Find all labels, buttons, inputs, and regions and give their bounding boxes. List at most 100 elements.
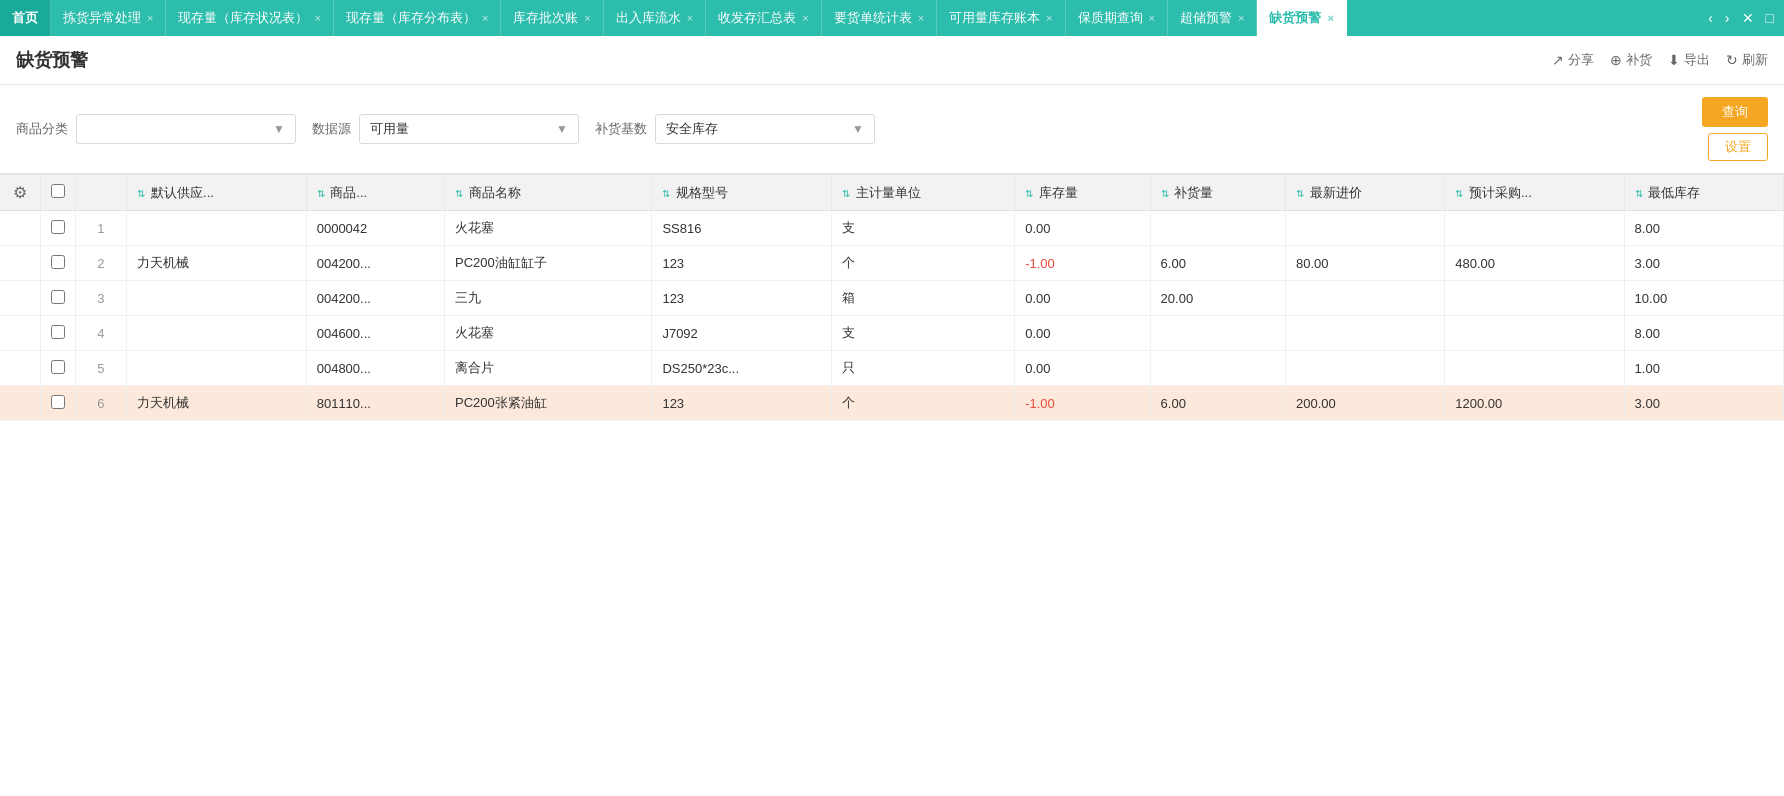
- tab-receipt-summary[interactable]: 收发存汇总表 ×: [706, 0, 821, 36]
- page-title: 缺货预警: [16, 48, 88, 72]
- tab-stock-status[interactable]: 现存量（库存状况表） ×: [166, 0, 333, 36]
- row-spec: SS816: [652, 211, 832, 246]
- tab-nav-buttons: ‹ › ✕ □: [1702, 8, 1784, 28]
- tab-next-button[interactable]: ›: [1719, 8, 1736, 28]
- row-replenish-qty: 6.00: [1150, 386, 1285, 421]
- row-checkbox-5[interactable]: [51, 395, 65, 409]
- tab-available-ledger[interactable]: 可用量库存账本 ×: [937, 0, 1065, 36]
- close-available-ledger-tab[interactable]: ×: [1046, 12, 1052, 24]
- column-product-code[interactable]: ⇅ 商品...: [306, 175, 444, 211]
- sort-min-stock-icon: ⇅: [1635, 188, 1643, 199]
- query-button[interactable]: 查询: [1702, 97, 1768, 127]
- close-inout-flow-tab[interactable]: ×: [687, 12, 693, 24]
- close-expiry-tab[interactable]: ×: [1149, 12, 1155, 24]
- row-checkbox-1[interactable]: [51, 255, 65, 269]
- row-replenish-qty: 20.00: [1150, 281, 1285, 316]
- share-button[interactable]: ↗ 分享: [1552, 51, 1594, 69]
- sort-unit-icon: ⇅: [842, 188, 850, 199]
- column-min-stock[interactable]: ⇅ 最低库存: [1624, 175, 1783, 211]
- tab-stock-dist[interactable]: 现存量（库存分布表） ×: [334, 0, 501, 36]
- column-checkbox[interactable]: [40, 175, 75, 211]
- row-stock-qty: -1.00: [1015, 386, 1150, 421]
- row-checkbox-cell[interactable]: [40, 246, 75, 281]
- replenish-button[interactable]: ⊕ 补货: [1610, 51, 1652, 69]
- datasource-value: 可用量: [370, 120, 548, 138]
- column-spec[interactable]: ⇅ 规格型号: [652, 175, 832, 211]
- close-demand-stat-tab[interactable]: ×: [918, 12, 924, 24]
- tab-overstock[interactable]: 超储预警 ×: [1168, 0, 1257, 36]
- share-icon: ↗: [1552, 52, 1564, 68]
- row-checkbox-2[interactable]: [51, 290, 65, 304]
- tab-expiry[interactable]: 保质期查询 ×: [1066, 0, 1168, 36]
- row-spec: 123: [652, 386, 832, 421]
- tab-batch-account[interactable]: 库存批次账 ×: [501, 0, 603, 36]
- row-spec: 123: [652, 281, 832, 316]
- replenish-base-label: 补货基数: [595, 120, 647, 138]
- category-arrow-icon: ▼: [273, 122, 285, 136]
- table-body: 1 0000042 火花塞 SS816 支 0.00 8.00 2 力天机械 0…: [0, 211, 1784, 421]
- tab-exception[interactable]: 拣货异常处理 ×: [51, 0, 166, 36]
- row-checkbox-cell[interactable]: [40, 281, 75, 316]
- row-checkbox-cell[interactable]: [40, 351, 75, 386]
- row-min-stock: 3.00: [1624, 386, 1783, 421]
- refresh-button[interactable]: ↻ 刷新: [1726, 51, 1768, 69]
- column-product-name[interactable]: ⇅ 商品名称: [445, 175, 652, 211]
- datasource-select[interactable]: 可用量 ▼: [359, 114, 579, 144]
- column-estimated-purchase[interactable]: ⇅ 预计采购...: [1445, 175, 1624, 211]
- datasource-filter-group: 数据源 可用量 ▼: [312, 114, 579, 144]
- tab-home[interactable]: 首页: [0, 0, 51, 36]
- row-unit: 支: [831, 316, 1014, 351]
- row-unit: 个: [831, 246, 1014, 281]
- row-min-stock: 8.00: [1624, 211, 1783, 246]
- column-stock-qty[interactable]: ⇅ 库存量: [1015, 175, 1150, 211]
- table-header-row: ⚙ ⇅ 默认供应... ⇅ 商品... ⇅: [0, 175, 1784, 211]
- row-latest-price: 80.00: [1285, 246, 1444, 281]
- close-shortage-tab[interactable]: ×: [1327, 12, 1333, 24]
- row-checkbox-3[interactable]: [51, 325, 65, 339]
- close-stock-status-tab[interactable]: ×: [314, 12, 320, 24]
- row-stock-qty: 0.00: [1015, 211, 1150, 246]
- row-product-code: 004200...: [306, 246, 444, 281]
- column-replenish-qty[interactable]: ⇅ 补货量: [1150, 175, 1285, 211]
- column-latest-price[interactable]: ⇅ 最新进价: [1285, 175, 1444, 211]
- close-overstock-tab[interactable]: ×: [1238, 12, 1244, 24]
- row-product-code: 004200...: [306, 281, 444, 316]
- column-gear[interactable]: ⚙: [0, 175, 40, 211]
- tab-maximize-button[interactable]: □: [1760, 8, 1780, 28]
- tab-demand-stat[interactable]: 要货单统计表 ×: [822, 0, 937, 36]
- column-unit[interactable]: ⇅ 主计量单位: [831, 175, 1014, 211]
- row-default-supplier: 力天机械: [127, 386, 306, 421]
- row-min-stock: 8.00: [1624, 316, 1783, 351]
- filter-bar: 商品分类 ▼ 数据源 可用量 ▼ 补货基数 安全库存 ▼ 查询 设置: [0, 85, 1784, 174]
- tab-inout-flow[interactable]: 出入库流水 ×: [604, 0, 706, 36]
- row-estimated-purchase: 1200.00: [1445, 386, 1624, 421]
- table-row: 6 力天机械 801110... PC200张紧油缸 123 个 -1.00 6…: [0, 386, 1784, 421]
- close-stock-dist-tab[interactable]: ×: [482, 12, 488, 24]
- replenish-base-select[interactable]: 安全库存 ▼: [655, 114, 875, 144]
- settings-button[interactable]: 设置: [1708, 133, 1768, 161]
- close-batch-account-tab[interactable]: ×: [584, 12, 590, 24]
- category-select[interactable]: ▼: [76, 114, 296, 144]
- export-button[interactable]: ⬇ 导出: [1668, 51, 1710, 69]
- row-latest-price: [1285, 351, 1444, 386]
- tab-prev-button[interactable]: ‹: [1702, 8, 1719, 28]
- gear-settings-button[interactable]: ⚙: [13, 183, 27, 202]
- row-checkbox-cell[interactable]: [40, 211, 75, 246]
- select-all-checkbox[interactable]: [51, 184, 65, 198]
- row-replenish-qty: 6.00: [1150, 246, 1285, 281]
- table-row: 1 0000042 火花塞 SS816 支 0.00 8.00: [0, 211, 1784, 246]
- column-default-supplier[interactable]: ⇅ 默认供应...: [127, 175, 306, 211]
- tab-shortage[interactable]: 缺货预警 ×: [1257, 0, 1346, 36]
- row-checkbox-cell[interactable]: [40, 316, 75, 351]
- close-exception-tab[interactable]: ×: [147, 12, 153, 24]
- close-receipt-summary-tab[interactable]: ×: [802, 12, 808, 24]
- tab-close-all-button[interactable]: ✕: [1736, 8, 1760, 28]
- row-product-name: PC200油缸缸子: [445, 246, 652, 281]
- row-number: 1: [75, 211, 127, 246]
- tab-bar: 首页 拣货异常处理 × 现存量（库存状况表） × 现存量（库存分布表） × 库存…: [0, 0, 1784, 36]
- row-checkbox-4[interactable]: [51, 360, 65, 374]
- row-checkbox-0[interactable]: [51, 220, 65, 234]
- row-product-code: 004800...: [306, 351, 444, 386]
- row-replenish-qty: [1150, 316, 1285, 351]
- row-checkbox-cell[interactable]: [40, 386, 75, 421]
